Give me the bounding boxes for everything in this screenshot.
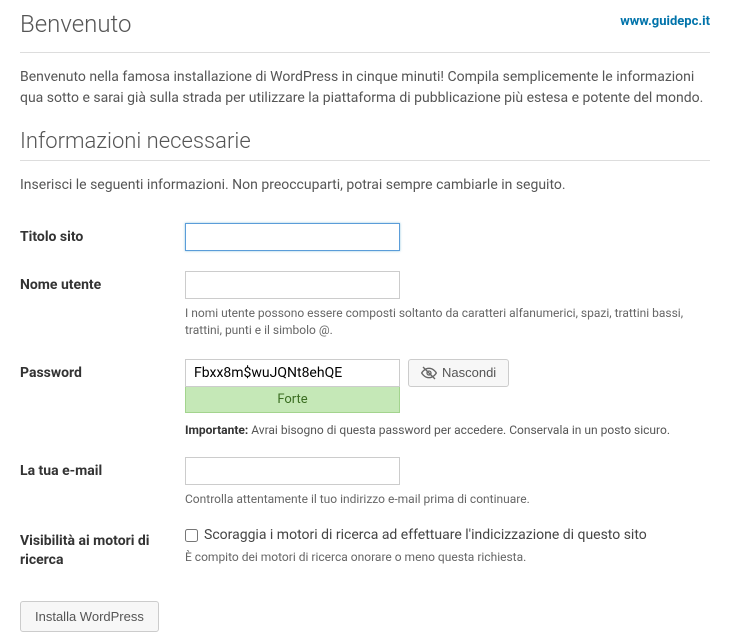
section-title: Informazioni necessarie xyxy=(20,129,710,161)
install-wordpress-button[interactable]: Installa WordPress xyxy=(20,601,159,632)
password-important: Importante: Avrai bisogno di questa pass… xyxy=(185,423,710,437)
site-title-input[interactable] xyxy=(185,223,400,251)
email-input[interactable] xyxy=(185,457,400,485)
password-input[interactable] xyxy=(185,359,400,387)
hide-button-label: Nascondi xyxy=(442,365,496,380)
email-label: La tua e-mail xyxy=(20,457,185,480)
intro-text: Benvenuto nella famosa installazione di … xyxy=(20,67,710,109)
password-label: Password xyxy=(20,359,185,382)
visibility-hint: È compito dei motori di ricerca onorare … xyxy=(185,549,710,566)
username-input[interactable] xyxy=(185,271,400,299)
username-label: Nome utente xyxy=(20,271,185,294)
page-title: Benvenuto xyxy=(20,10,131,38)
hide-password-button[interactable]: Nascondi xyxy=(408,359,509,387)
site-link: www.guidepc.it xyxy=(620,14,710,29)
visibility-label: Visibilità ai motori di ricerca xyxy=(20,527,185,568)
visibility-checkbox-label: Scoraggia i motori di ricerca ad effettu… xyxy=(204,527,647,543)
site-title-label: Titolo sito xyxy=(20,223,185,246)
username-hint: I nomi utente possono essere composti so… xyxy=(185,305,710,339)
password-strength: Forte xyxy=(185,387,400,413)
eye-slash-icon xyxy=(421,365,437,381)
visibility-checkbox[interactable] xyxy=(185,529,198,542)
section-subtitle: Inserisci le seguenti informazioni. Non … xyxy=(20,177,710,193)
email-hint: Controlla attentamente il tuo indirizzo … xyxy=(185,491,710,508)
